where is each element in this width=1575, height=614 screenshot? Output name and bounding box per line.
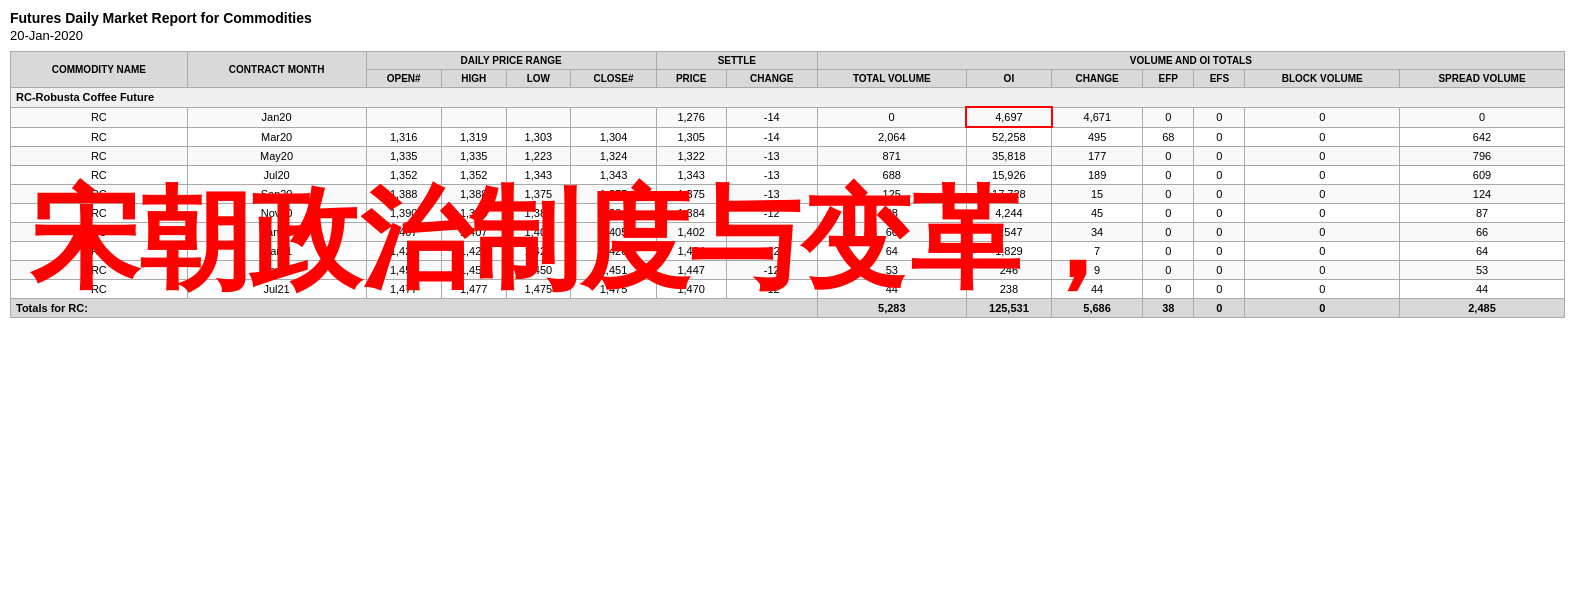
table-row: RCMar211,4291,4291,4261,4281,424-12641,8… [11,242,1565,261]
spread-volume-header: SPREAD VOLUME [1400,70,1565,88]
open-header: OPEN# [366,70,441,88]
report-date: 20-Jan-2020 [10,28,1565,43]
section-header-row: RC-Robusta Coffee Future [11,88,1565,108]
efp-header: EFP [1143,70,1194,88]
low-header: LOW [506,70,571,88]
volume-oi-header: VOLUME AND OI TOTALS [817,52,1564,70]
market-report-table: COMMODITY NAME CONTRACT MONTH DAILY PRIC… [10,51,1565,318]
report-title: Futures Daily Market Report for Commodit… [10,10,1565,26]
daily-price-range-header: DAILY PRICE RANGE [366,52,656,70]
oi-header: OI [966,70,1051,88]
efs-header: EFS [1194,70,1245,88]
contract-month-header: CONTRACT MONTH [187,52,366,88]
block-volume-header: BLOCK VOLUME [1245,70,1400,88]
high-header: HIGH [441,70,506,88]
totals-row: Totals for RC:5,283125,5315,68638002,485 [11,299,1565,318]
table-row: RCJan211,4071,4071,4041,4051,402-12661,5… [11,223,1565,242]
table-row: RCMay211,4531,4531,4501,4511,447-1253246… [11,261,1565,280]
section-title: RC-Robusta Coffee Future [11,88,1565,108]
table-row: RCJul201,3521,3521,3431,3431,343-1368815… [11,166,1565,185]
header-row-1: COMMODITY NAME CONTRACT MONTH DAILY PRIC… [11,52,1565,70]
table-row: RCNov201,3901,3901,3841,3841,384-12884,2… [11,204,1565,223]
total-volume-header: TOTAL VOLUME [817,70,966,88]
table-row: RCJul211,4771,4771,4751,4751,470-1244238… [11,280,1565,299]
table-row: RCMay201,3351,3351,2231,3241,322-1387135… [11,147,1565,166]
commodity-name-header: COMMODITY NAME [11,52,188,88]
price-header: PRICE [656,70,726,88]
table-row: RCJan201,276-1404,6974,6710000 [11,107,1565,127]
settle-header: SETTLE [656,52,817,70]
table-row: RCMar201,3161,3191,3031,3041,305-142,064… [11,127,1565,147]
table-row: RCSep201,3881,3881,3751,3751,375-1312517… [11,185,1565,204]
close-header: CLOSE# [571,70,657,88]
oi-change-header: CHANGE [1052,70,1143,88]
settle-change-header: CHANGE [726,70,817,88]
